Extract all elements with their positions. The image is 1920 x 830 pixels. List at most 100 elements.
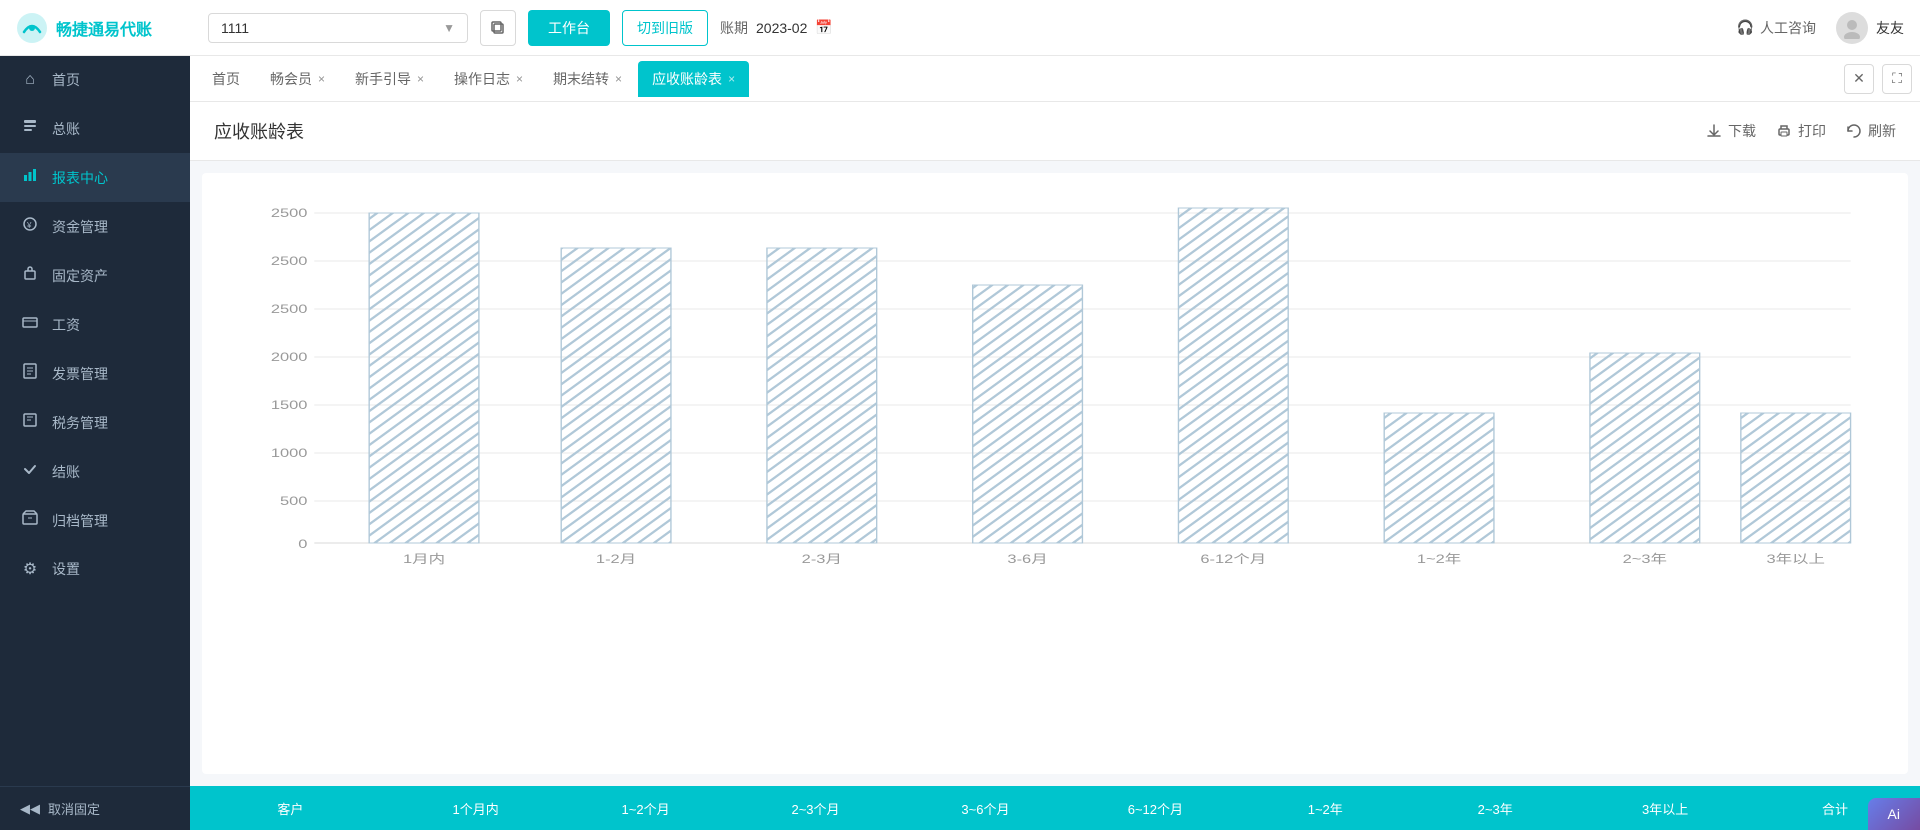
ai-badge[interactable]: Ai [1868, 798, 1920, 830]
sidebar-label-tax: 税务管理 [52, 413, 108, 433]
tab-aging[interactable]: 应收账龄表 × [638, 61, 749, 97]
download-icon [1706, 123, 1722, 139]
tab-oplog-close[interactable]: × [516, 72, 523, 86]
sidebar-item-archive[interactable]: 归档管理 [0, 496, 190, 545]
sidebar-label-closing: 结账 [52, 462, 80, 482]
sidebar-item-payroll[interactable]: 工资 [0, 300, 190, 349]
svg-text:6-12个月: 6-12个月 [1200, 552, 1266, 566]
tab-member-close[interactable]: × [318, 72, 325, 86]
sidebar-item-ledger[interactable]: 总账 [0, 104, 190, 153]
refresh-button[interactable]: 刷新 [1846, 121, 1896, 141]
support-button[interactable]: 🎧 人工咨询 [1737, 18, 1816, 38]
tabs-bar: 首页 畅会员 × 新手引导 × 操作日志 × 期末结转 × 应收账龄表 × [190, 56, 1920, 102]
logo-icon [16, 12, 48, 44]
header-right: 🎧 人工咨询 友友 [1737, 12, 1904, 44]
tab-oplog[interactable]: 操作日志 × [440, 61, 537, 97]
sidebar: ⌂ 首页 总账 报表中心 ¥ 资金管理 [0, 56, 190, 830]
sidebar-label-archive: 归档管理 [52, 511, 108, 531]
sidebar-item-funds[interactable]: ¥ 资金管理 [0, 202, 190, 251]
print-label: 打印 [1798, 121, 1826, 141]
invoices-icon [20, 363, 40, 384]
funds-icon: ¥ [20, 216, 40, 237]
sidebar-item-reports[interactable]: 报表中心 [0, 153, 190, 202]
aging-chart: 2500 2500 2500 2000 1500 1000 500 0 [232, 193, 1878, 573]
copy-icon [490, 20, 506, 36]
workbench-button[interactable]: 工作台 [528, 10, 610, 46]
chevron-down-icon: ▼ [443, 21, 455, 35]
sidebar-footer-label: 取消固定 [48, 799, 100, 818]
tax-icon [20, 412, 40, 433]
tab-guide[interactable]: 新手引导 × [341, 61, 438, 97]
sidebar-label-payroll: 工资 [52, 315, 80, 335]
tab-aging-close[interactable]: × [728, 72, 735, 86]
print-button[interactable]: 打印 [1776, 121, 1826, 141]
switch-old-button[interactable]: 切到旧版 [622, 10, 708, 46]
col-1-2month: 1~2个月 [561, 799, 731, 818]
tab-period-end[interactable]: 期末结转 × [539, 61, 636, 97]
chart-container: 2500 2500 2500 2000 1500 1000 500 0 [202, 173, 1908, 774]
page-title: 应收账龄表 [214, 118, 304, 144]
closing-icon [20, 461, 40, 482]
sidebar-label-invoices: 发票管理 [52, 364, 108, 384]
sidebar-label-reports: 报表中心 [52, 168, 108, 188]
col-customer: 客户 [190, 799, 391, 818]
ledger-icon [20, 118, 40, 139]
ai-badge-label: Ai [1888, 806, 1900, 822]
sidebar-footer[interactable]: ◀◀ 取消固定 [0, 786, 190, 830]
svg-text:¥: ¥ [26, 221, 32, 230]
user-avatar [1836, 12, 1868, 44]
sidebar-item-tax[interactable]: 税务管理 [0, 398, 190, 447]
col-3-6month: 3~6个月 [900, 799, 1070, 818]
maximize-tab-button[interactable]: ⛶ [1882, 64, 1912, 94]
refresh-label: 刷新 [1868, 121, 1896, 141]
tab-period-end-close[interactable]: × [615, 72, 622, 86]
svg-text:3-6月: 3-6月 [1007, 553, 1047, 566]
copy-button[interactable] [480, 10, 516, 46]
company-name-text: 1111 [221, 20, 435, 36]
page-content: 应收账龄表 下载 打印 刷新 [190, 102, 1920, 830]
svg-text:2500: 2500 [271, 207, 308, 220]
tab-period-end-label: 期末结转 [553, 69, 609, 89]
sidebar-item-settings[interactable]: ⚙ 设置 [0, 545, 190, 593]
logo-text: 畅捷通易代账 [56, 16, 152, 40]
tab-oplog-label: 操作日志 [454, 69, 510, 89]
refresh-icon [1846, 123, 1862, 139]
sidebar-item-invoices[interactable]: 发票管理 [0, 349, 190, 398]
svg-text:1000: 1000 [271, 447, 308, 460]
company-selector[interactable]: 1111 ▼ [208, 13, 468, 43]
svg-text:1500: 1500 [271, 399, 308, 412]
tab-guide-close[interactable]: × [417, 72, 424, 86]
support-label: 人工咨询 [1760, 18, 1816, 38]
download-button[interactable]: 下载 [1706, 121, 1756, 141]
tab-member[interactable]: 畅会员 × [256, 61, 339, 97]
sidebar-scroll: ⌂ 首页 总账 报表中心 ¥ 资金管理 [0, 56, 190, 786]
period-value: 2023-02 [756, 20, 807, 36]
close-tab-button[interactable]: ✕ [1844, 64, 1874, 94]
print-icon [1776, 123, 1792, 139]
sidebar-item-home[interactable]: ⌂ 首页 [0, 56, 190, 104]
main-layout: ⌂ 首页 总账 报表中心 ¥ 资金管理 [0, 56, 1920, 830]
col-3year-plus: 3年以上 [1580, 799, 1750, 818]
sidebar-item-closing[interactable]: 结账 [0, 447, 190, 496]
svg-text:0: 0 [298, 538, 307, 551]
user-area[interactable]: 友友 [1836, 12, 1904, 44]
tab-home[interactable]: 首页 [198, 61, 254, 97]
headset-icon: 🎧 [1737, 19, 1754, 36]
sidebar-label-funds: 资金管理 [52, 217, 108, 237]
user-name: 友友 [1876, 18, 1904, 38]
logo-area: 畅捷通易代账 [16, 12, 196, 44]
svg-text:3年以上: 3年以上 [1766, 552, 1824, 566]
sidebar-label-settings: 设置 [52, 559, 80, 579]
page-header: 应收账龄表 下载 打印 刷新 [190, 102, 1920, 161]
tab-guide-label: 新手引导 [355, 69, 411, 89]
calendar-icon[interactable]: 📅 [815, 19, 832, 36]
reports-icon [20, 167, 40, 188]
sidebar-item-assets[interactable]: 固定资产 [0, 251, 190, 300]
assets-icon [20, 265, 40, 286]
col-1month: 1个月内 [391, 799, 561, 818]
svg-text:1-2月: 1-2月 [596, 553, 636, 566]
sidebar-label-assets: 固定资产 [52, 266, 108, 286]
table-header: 客户 1个月内 1~2个月 2~3个月 3~6个月 6~12个月 1~2年 2~… [190, 786, 1920, 830]
content-area: 首页 畅会员 × 新手引导 × 操作日志 × 期末结转 × 应收账龄表 × [190, 56, 1920, 830]
home-icon: ⌂ [20, 71, 40, 89]
